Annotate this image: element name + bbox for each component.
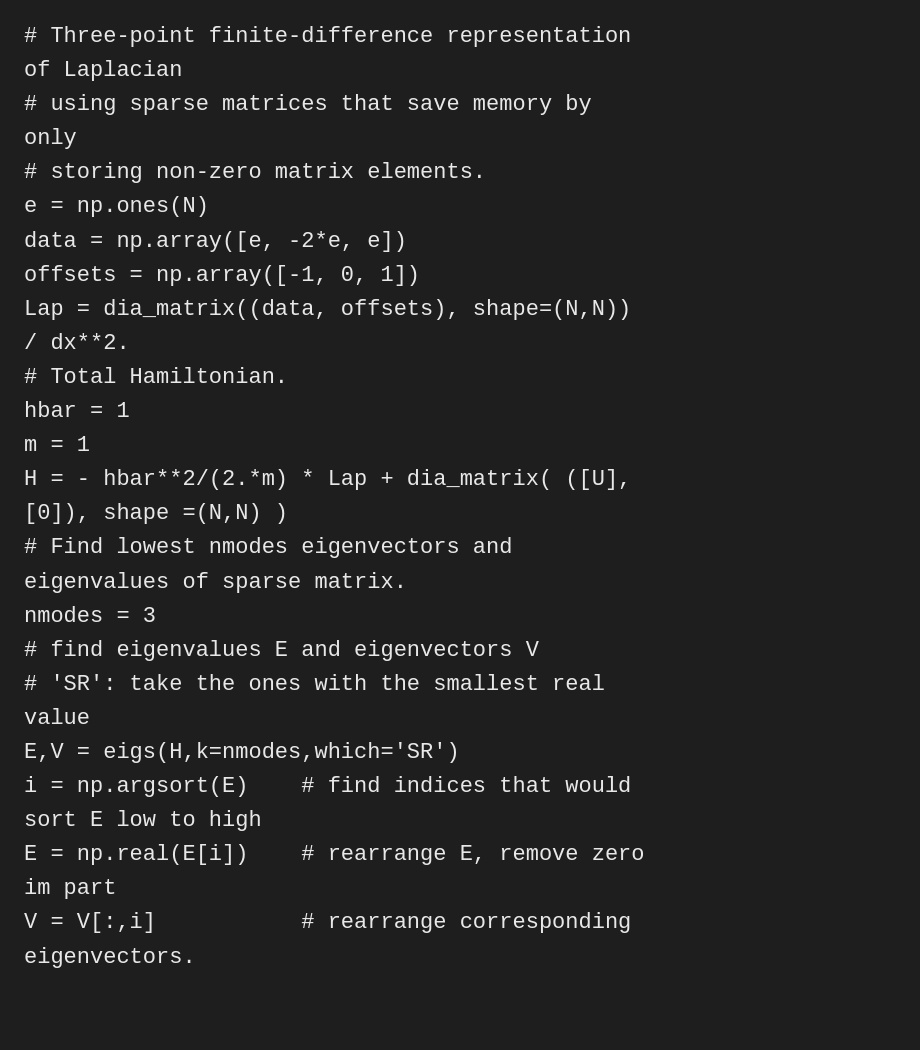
code-line: offsets = np.array([-1, 0, 1]): [24, 259, 896, 293]
code-line: of Laplacian: [24, 54, 896, 88]
code-line: i = np.argsort(E) # find indices that wo…: [24, 770, 896, 804]
code-line: sort E low to high: [24, 804, 896, 838]
code-line: im part: [24, 872, 896, 906]
code-line: # storing non-zero matrix elements.: [24, 156, 896, 190]
code-line: data = np.array([e, -2*e, e]): [24, 225, 896, 259]
code-line: V = V[:,i] # rearrange corresponding: [24, 906, 896, 940]
code-block: # Three-point finite-difference represen…: [0, 0, 920, 1050]
code-line: # 'SR': take the ones with the smallest …: [24, 668, 896, 702]
code-line: / dx**2.: [24, 327, 896, 361]
code-line: hbar = 1: [24, 395, 896, 429]
code-line: [0]), shape =(N,N) ): [24, 497, 896, 531]
code-line: # Find lowest nmodes eigenvectors and: [24, 531, 896, 565]
code-line: E = np.real(E[i]) # rearrange E, remove …: [24, 838, 896, 872]
code-line: # using sparse matrices that save memory…: [24, 88, 896, 122]
code-line: # Three-point finite-difference represen…: [24, 20, 896, 54]
code-line: Lap = dia_matrix((data, offsets), shape=…: [24, 293, 896, 327]
code-line: # find eigenvalues E and eigenvectors V: [24, 634, 896, 668]
code-line: only: [24, 122, 896, 156]
code-line: m = 1: [24, 429, 896, 463]
code-line: E,V = eigs(H,k=nmodes,which='SR'): [24, 736, 896, 770]
code-line: nmodes = 3: [24, 600, 896, 634]
code-line: eigenvectors.: [24, 941, 896, 975]
code-line: H = - hbar**2/(2.*m) * Lap + dia_matrix(…: [24, 463, 896, 497]
code-line: # Total Hamiltonian.: [24, 361, 896, 395]
code-line: value: [24, 702, 896, 736]
code-line: e = np.ones(N): [24, 190, 896, 224]
code-line: eigenvalues of sparse matrix.: [24, 566, 896, 600]
